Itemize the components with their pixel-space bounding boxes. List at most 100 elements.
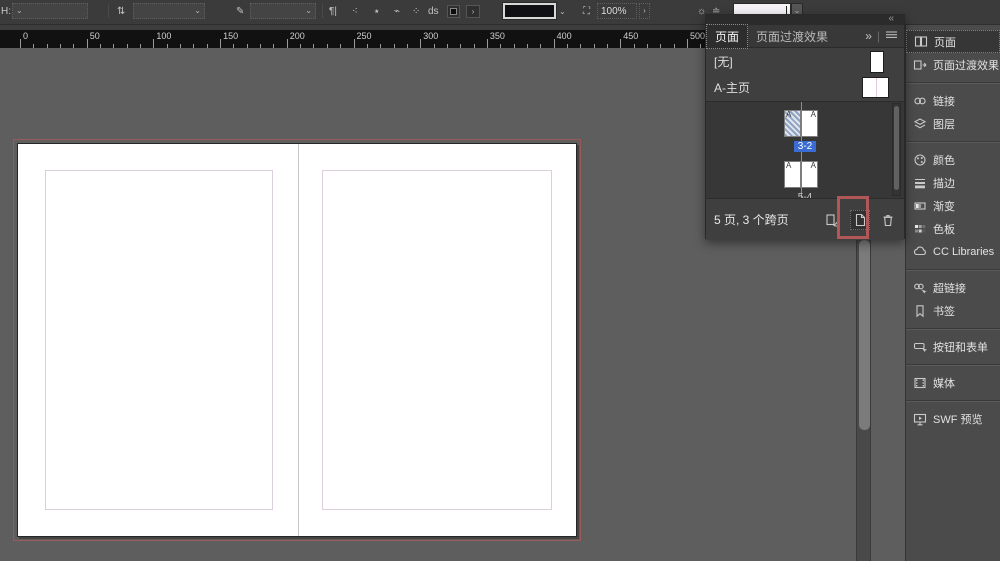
master-thumbnail[interactable] [870,51,884,73]
ruler-tick [434,44,435,48]
dock-item-buttons-forms[interactable]: 按钮和表单 [906,335,1000,358]
mini-swatch-button[interactable] [447,5,460,18]
ruler-tick [300,44,301,48]
dock-item-swatches[interactable]: 色板 [906,217,1000,240]
dock-divider [906,358,1000,371]
ruler-label: 350 [490,31,505,41]
dock-item-page-transitions[interactable]: 页面过渡效果 [906,53,1000,76]
ruler-label: 300 [423,31,438,41]
spread-thumbnail[interactable]: AA [784,110,818,137]
chevron-down-icon[interactable]: ⌄ [559,3,566,20]
separator [322,4,323,18]
tab-page-transitions[interactable]: 页面过渡效果 [748,25,836,48]
dock-item-color[interactable]: 颜色 [906,148,1000,171]
panel-tab-bar: 页面 页面过渡效果 » | [706,25,904,48]
ruler-label: 50 [90,31,100,41]
zoom-level-field[interactable]: 100% [597,3,637,19]
spread-spine [298,144,299,536]
ruler-tick [460,44,461,48]
ruler-tick [394,44,395,48]
master-prefix-letter: A [811,111,816,120]
separator: | [877,29,880,43]
ruler-tick [60,44,61,48]
ruler-tick [594,44,595,48]
ruler-tick [474,44,475,48]
dock-item-pages[interactable]: 页面 [906,30,1000,53]
paragraph-marks-icon[interactable]: ¶| [329,3,337,20]
horizontal-ruler[interactable]: 050100150200250300350400450500 [0,25,705,48]
annotation-rectangle [837,196,869,239]
cc-libraries-icon [913,245,927,259]
master-thumbnail[interactable] [862,77,889,98]
ruler-tick [647,44,648,48]
dock-divider [906,322,1000,335]
dock-item-stroke[interactable]: 描边 [906,171,1000,194]
ruler-tick [193,44,194,48]
ruler-tick [620,39,621,48]
ruler-tick [33,44,34,48]
panel-scrollbar[interactable] [892,103,901,196]
panel-scrollbar-thumb[interactable] [894,106,899,190]
spread-label[interactable]: 3-2 [794,141,816,152]
fill-swatch[interactable] [503,3,556,19]
frame-icon[interactable]: ⛶ [583,3,590,20]
ruler-tick [567,44,568,48]
collapse-panel-icon[interactable]: « [888,13,894,24]
ruler-tick [313,44,314,48]
left-label: H: [1,3,11,20]
page-transitions-icon [913,58,927,72]
master-row[interactable]: [无] [706,48,904,74]
kerning-icon[interactable]: ds [428,3,439,20]
combo-3[interactable]: ⌄ [250,3,316,19]
ruler-tick [153,39,154,48]
ruler-tick [233,44,234,48]
spread-thumbnail[interactable]: AA [784,161,818,188]
dock-item-cc-libraries[interactable]: CC Libraries [906,240,1000,263]
tab-pages[interactable]: 页面 [706,24,748,49]
swatches-icon [913,222,927,236]
buttons-forms-icon [913,340,927,354]
master-row[interactable]: A-主页 [706,74,904,100]
ruler-tick [407,44,408,48]
dock-item-bookmarks[interactable]: 书签 [906,299,1000,322]
double-chevron-icon[interactable]: » [865,29,872,43]
page-thumbnail[interactable]: A [801,161,818,188]
dock-item-media[interactable]: 媒体 [906,371,1000,394]
master-prefix-letter: A [786,111,791,120]
dock-item-label: 图层 [933,116,955,132]
glyph-icon-2[interactable]: ⌁ [394,3,400,20]
ruler-tick [554,39,555,48]
panel-dock: 页面页面过渡效果链接图层颜色描边渐变色板CC Libraries 超链接书签按钮和… [905,25,1000,561]
dotted-underline-icon[interactable]: ⁖ [352,3,358,20]
arrow-button[interactable]: › [466,5,480,18]
page-spread[interactable] [17,143,577,537]
dock-item-label: 描边 [933,175,955,191]
chevron-down-icon: ⌄ [305,7,312,15]
glyph-icon-1[interactable]: ٭ [374,3,379,20]
pen-icon[interactable]: ✎ [236,3,244,20]
asterisk-icon[interactable]: ⁘ [412,3,420,20]
dock-item-swf-preview[interactable]: SWF 预览 [906,407,1000,430]
panel-menu-icon[interactable] [885,28,898,44]
ruler-tick [487,39,488,48]
spreads-area: AA3-2AA5-4 [706,102,904,198]
ruler-tick [687,39,688,48]
dock-item-hyperlinks[interactable]: 超链接 [906,276,1000,299]
dock-item-layers[interactable]: 图层 [906,112,1000,135]
scrollbar-thumb[interactable] [859,240,870,430]
dock-item-links[interactable]: 链接 [906,89,1000,112]
combo-2[interactable]: ⌄ [133,3,205,19]
text-direction-icon[interactable]: ⇅ [117,3,125,20]
delete-page-button[interactable] [878,210,898,230]
ruler-tick [113,44,114,48]
bookmarks-icon [913,304,927,318]
page-thumbnail[interactable]: A [801,110,818,137]
ruler-label: 500 [690,31,705,41]
margin-guide-left-page [45,170,273,510]
gradient-icon [913,199,927,213]
combo-1[interactable]: ⌄ [12,3,88,19]
page-thumbnail[interactable]: A [784,161,801,188]
zoom-step-button[interactable]: › [639,3,650,19]
page-thumbnail[interactable]: A [784,110,801,137]
dock-item-gradient[interactable]: 渐变 [906,194,1000,217]
